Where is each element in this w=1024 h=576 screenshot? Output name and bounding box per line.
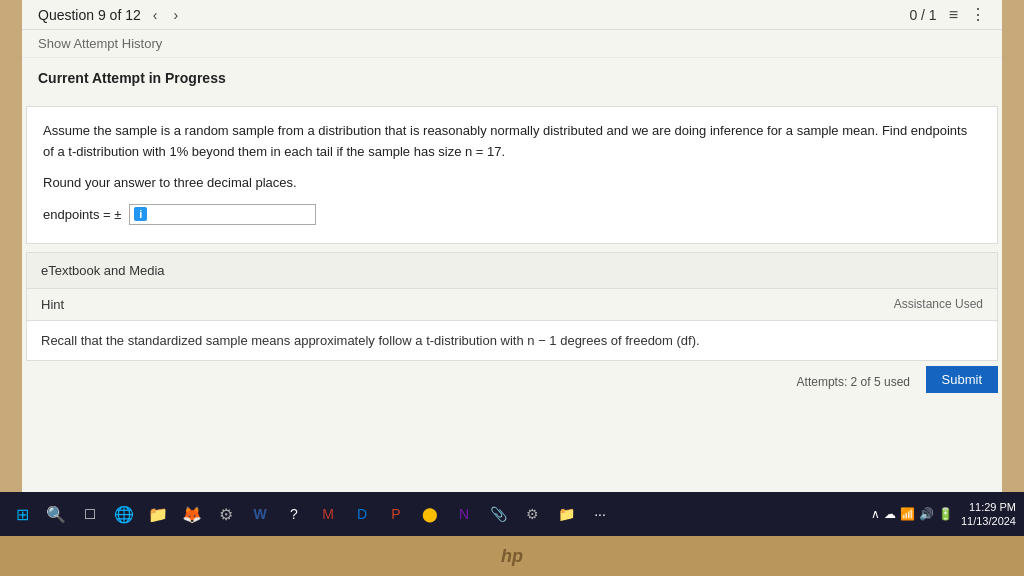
endpoints-label: endpoints = ± — [43, 207, 121, 222]
hint-content: Recall that the standardized sample mean… — [27, 321, 997, 361]
bezel-right — [1002, 0, 1024, 536]
edge-icon[interactable]: 🌐 — [110, 500, 138, 528]
word-icon[interactable]: W — [246, 500, 274, 528]
header-left: Question 9 of 12 ‹ › — [38, 5, 182, 25]
onedrive-icon[interactable]: D — [348, 500, 376, 528]
cloud-icon[interactable]: ☁ — [884, 507, 896, 521]
taskbar-time[interactable]: 11:29 PM 11/13/2024 — [961, 500, 1016, 529]
submit-button[interactable]: Submit — [926, 366, 998, 393]
hp-logo: hp — [501, 546, 523, 567]
hint-header[interactable]: Hint Assistance Used — [27, 289, 997, 321]
dots-icon[interactable]: ⋮ — [970, 5, 986, 24]
battery-icon[interactable]: 🔋 — [938, 507, 953, 521]
hint-section: Hint Assistance Used Recall that the sta… — [26, 289, 998, 362]
mail-icon[interactable]: M — [314, 500, 342, 528]
attempt-history-link[interactable]: Show Attempt History — [22, 30, 1002, 58]
folder-icon[interactable]: 📁 — [552, 500, 580, 528]
hint-label: Hint — [41, 297, 64, 312]
bezel-left — [0, 0, 22, 536]
explorer-icon[interactable]: 📁 — [144, 500, 172, 528]
current-attempt-section: Current Attempt in Progress — [22, 58, 1002, 106]
attempts-overlay: Attempts: 2 of 5 used — [789, 371, 918, 393]
round-note: Round your answer to three decimal place… — [43, 175, 981, 190]
current-attempt-title: Current Attempt in Progress — [38, 70, 986, 86]
assistance-used: Assistance Used — [894, 297, 983, 311]
date-display: 11/13/2024 — [961, 514, 1016, 528]
list-icon[interactable]: ≡ — [949, 6, 958, 24]
firefox-icon[interactable]: 🦊 — [178, 500, 206, 528]
taskbar-left: ⊞ 🔍 □ 🌐 📁 🦊 ⚙ W ? M D P ⬤ N 📎 ⚙ 📁 ··· — [8, 500, 614, 528]
question-box: Assume the sample is a random sample fro… — [26, 106, 998, 244]
wifi-icon[interactable]: 📶 — [900, 507, 915, 521]
etextbook-label: eTextbook and Media — [41, 263, 165, 278]
system-tray: ∧ ☁ 📶 🔊 🔋 — [871, 507, 953, 521]
powerpoint-icon[interactable]: P — [382, 500, 410, 528]
question-text: Assume the sample is a random sample fro… — [43, 121, 981, 163]
header-bar: Question 9 of 12 ‹ › 0 / 1 ≡ ⋮ — [22, 0, 1002, 30]
question-title: Question 9 of 12 — [38, 7, 141, 23]
chrome-icon[interactable]: ⬤ — [416, 500, 444, 528]
prev-button[interactable]: ‹ — [149, 5, 162, 25]
windows-start-icon[interactable]: ⊞ — [8, 500, 36, 528]
volume-icon[interactable]: 🔊 — [919, 507, 934, 521]
caret-icon[interactable]: ∧ — [871, 507, 880, 521]
more-icons[interactable]: ··· — [586, 500, 614, 528]
score-display: 0 / 1 — [909, 7, 936, 23]
next-button[interactable]: › — [169, 5, 182, 25]
clip-icon[interactable]: 📎 — [484, 500, 512, 528]
endpoints-row: endpoints = ± i — [43, 204, 981, 225]
task-view-icon[interactable]: □ — [76, 500, 104, 528]
settings-icon[interactable]: ⚙ — [212, 500, 240, 528]
endpoints-input-wrapper: i — [129, 204, 316, 225]
search-taskbar-icon[interactable]: 🔍 — [42, 500, 70, 528]
gear-icon[interactable]: ⚙ — [518, 500, 546, 528]
help-icon[interactable]: ? — [280, 500, 308, 528]
time-display: 11:29 PM — [961, 500, 1016, 514]
hp-area: hp — [0, 536, 1024, 576]
hint-text: Recall that the standardized sample mean… — [41, 333, 700, 348]
taskbar-right: ∧ ☁ 📶 🔊 🔋 11:29 PM 11/13/2024 — [871, 500, 1016, 529]
endpoints-input[interactable] — [151, 207, 311, 222]
header-right: 0 / 1 ≡ ⋮ — [909, 5, 986, 24]
onenote-icon[interactable]: N — [450, 500, 478, 528]
screen-area: Question 9 of 12 ‹ › 0 / 1 ≡ ⋮ Show Atte… — [22, 0, 1002, 492]
info-badge[interactable]: i — [134, 207, 147, 221]
taskbar: ⊞ 🔍 □ 🌐 📁 🦊 ⚙ W ? M D P ⬤ N 📎 ⚙ 📁 ··· ∧ … — [0, 492, 1024, 536]
etextbook-section[interactable]: eTextbook and Media — [26, 252, 998, 289]
